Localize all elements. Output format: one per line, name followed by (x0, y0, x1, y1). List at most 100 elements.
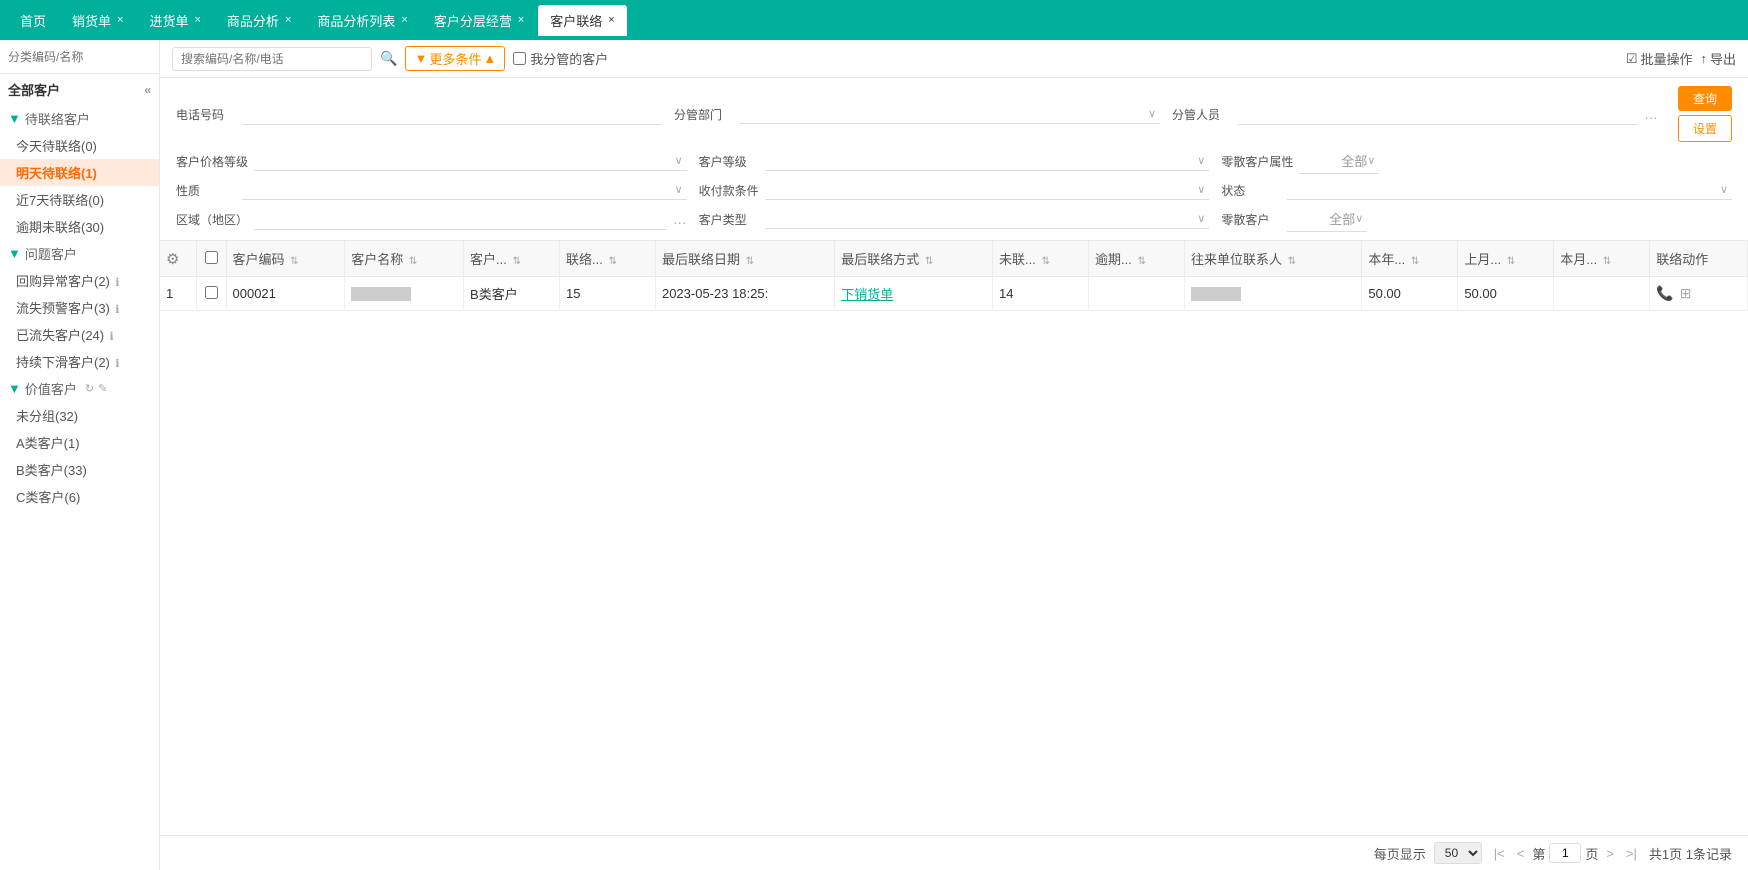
page-number-input[interactable] (1549, 843, 1581, 863)
nav-home[interactable]: 首页 (8, 5, 58, 36)
col-action: 联络动作 (1650, 241, 1748, 277)
sort-icon[interactable]: ⇅ (1603, 256, 1611, 267)
first-page-button[interactable]: |< (1490, 844, 1509, 863)
select-all-checkbox[interactable] (205, 251, 218, 264)
page-size-select[interactable]: 50 (1434, 842, 1482, 864)
filter-dept-select[interactable]: ∨ (740, 104, 1160, 124)
export-button[interactable]: ↑ 导出 (1700, 49, 1736, 68)
filter-payment-select[interactable]: ∨ (765, 180, 1210, 200)
next-page-button[interactable]: > (1602, 844, 1618, 863)
sort-icon[interactable]: ⇅ (1507, 256, 1515, 267)
cell-uncontacted: 14 (993, 277, 1089, 311)
nav-tab-product-analysis[interactable]: 商品分析 × (215, 5, 303, 36)
query-button[interactable]: 查询 (1678, 86, 1732, 111)
filter-retail-customer: 零散客户 全部 ∨ (1221, 206, 1732, 232)
nav-tab-customer-layering[interactable]: 客户分层经营 × (422, 5, 536, 36)
sidebar-item-churned[interactable]: 已流失客户(24) ℹ (0, 321, 159, 348)
filter-customer-level-select[interactable]: ∨ (765, 151, 1210, 171)
sort-icon[interactable]: ⇅ (513, 256, 521, 267)
cell-name (345, 277, 464, 311)
sidebar-item-ungrouped[interactable]: 未分组(32) (0, 402, 159, 429)
nav-tab-close[interactable]: × (401, 14, 407, 26)
sort-icon[interactable]: ⇅ (925, 256, 933, 267)
more-action-icon[interactable]: ⊞ (1680, 285, 1692, 302)
sort-icon[interactable]: ⇅ (1042, 256, 1050, 267)
nav-tab-close[interactable]: × (117, 14, 123, 26)
sort-icon[interactable]: ⇅ (409, 256, 417, 267)
my-customers-check[interactable] (513, 52, 526, 65)
customer-type: B类客户 (470, 287, 518, 302)
filter-payment: 收付款条件 ∨ (699, 180, 1210, 200)
nav-tab-close[interactable]: × (285, 14, 291, 26)
sidebar-item-repurchase-abnormal[interactable]: 回购异常客户(2) ℹ (0, 267, 159, 294)
filter-customer-type-select[interactable]: ∨ (765, 209, 1210, 229)
filter-status-select[interactable]: ∨ (1287, 180, 1732, 200)
nav-tab-product-list[interactable]: 商品分析列表 × (305, 5, 419, 36)
filter-retail-attr-select[interactable]: 全部 ∨ (1299, 148, 1379, 174)
cell-code: 000021 (226, 277, 345, 311)
sidebar-item-declining[interactable]: 持续下滑客户(2) ℹ (0, 348, 159, 375)
sort-icon[interactable]: ⇅ (1411, 256, 1419, 267)
my-customers-checkbox[interactable]: 我分管的客户 (513, 49, 608, 68)
nav-tab-customer-contact[interactable]: 客户联络 × (538, 5, 626, 36)
info-icon: ℹ (115, 277, 119, 289)
nav-tab-close[interactable]: × (194, 14, 200, 26)
sidebar-waiting-contact-group[interactable]: ▼ 待联络客户 (0, 105, 159, 132)
col-settings[interactable]: ⚙ (160, 241, 196, 277)
filter-area-input[interactable] (254, 209, 667, 230)
sidebar-all-customers[interactable]: 全部客户 « (0, 74, 159, 105)
column-settings-icon[interactable]: ⚙ (166, 251, 179, 268)
row-checkbox[interactable] (205, 286, 218, 299)
contact-action-icon[interactable]: 📞 (1656, 285, 1673, 302)
sidebar-search-input[interactable] (8, 50, 160, 64)
sidebar-search-bar[interactable]: 🔍 (0, 40, 159, 74)
filter-row-3: 性质 ∨ 收付款条件 ∨ 状态 ∨ (176, 180, 1732, 200)
last-contact-method-link[interactable]: 下销货单 (841, 287, 893, 302)
sort-icon[interactable]: ⇅ (290, 256, 298, 267)
sidebar-item-label: 已流失客户(24) (16, 328, 104, 343)
set-button[interactable]: 设置 (1678, 115, 1732, 142)
filter-nature-select[interactable]: ∨ (242, 180, 687, 200)
nav-tab-close[interactable]: × (608, 14, 614, 26)
sidebar-item-today[interactable]: 今天待联络(0) (0, 132, 159, 159)
filter-person: 分管人员 … (1172, 104, 1658, 125)
search-input[interactable] (172, 47, 372, 71)
col-contact-count: 联络... ⇅ (560, 241, 656, 277)
filter-person-input[interactable] (1238, 104, 1638, 125)
sidebar-problem-customers-group[interactable]: ▼ 问题客户 (0, 240, 159, 267)
filter-bar: 🔍 ▼ 更多条件 ▲ 我分管的客户 ☑ 批量操作 ↑ 导出 (160, 40, 1748, 78)
dots-icon[interactable]: … (1644, 106, 1658, 122)
nav-tab-label: 商品分析列表 (317, 11, 395, 30)
last-page-button[interactable]: >| (1622, 844, 1641, 863)
dots-icon[interactable]: … (673, 211, 687, 227)
sidebar-item-class-a[interactable]: A类客户(1) (0, 429, 159, 456)
cell-checkbox[interactable] (196, 277, 226, 311)
filter-customer-level: 客户等级 ∨ (699, 151, 1210, 171)
sidebar-value-customers-group[interactable]: ▼ 价值客户 ↻ ✎ (0, 375, 159, 402)
filter-price-level-select[interactable]: ∨ (254, 151, 687, 171)
sidebar-item-churn-warning[interactable]: 流失预警客户(3) ℹ (0, 294, 159, 321)
batch-ops-button[interactable]: ☑ 批量操作 (1626, 49, 1693, 68)
filter-phone-input[interactable] (242, 104, 662, 125)
sort-icon[interactable]: ⇅ (1137, 256, 1145, 267)
sort-icon[interactable]: ⇅ (1288, 256, 1296, 267)
more-conditions-button[interactable]: ▼ 更多条件 ▲ (405, 46, 505, 71)
nav-tab-purchase[interactable]: 进货单 × (137, 5, 212, 36)
sidebar-item-class-b[interactable]: B类客户(33) (0, 456, 159, 483)
sort-icon[interactable]: ⇅ (746, 256, 754, 267)
sidebar-item-7days[interactable]: 近7天待联络(0) (0, 186, 159, 213)
col-label: 往来单位联系人 (1191, 252, 1282, 267)
search-button[interactable]: 🔍 (380, 50, 397, 67)
sidebar-item-overdue[interactable]: 逾期未联络(30) (0, 213, 159, 240)
edit-icon[interactable]: ✎ (98, 382, 107, 395)
col-label: 本年... (1368, 252, 1405, 267)
sort-icon[interactable]: ⇅ (608, 256, 616, 267)
nav-tab-close[interactable]: × (518, 14, 524, 26)
nav-tab-sales[interactable]: 销货单 × (60, 5, 135, 36)
refresh-icon[interactable]: ↻ (85, 382, 94, 395)
col-checkbox[interactable] (196, 241, 226, 277)
sidebar-item-class-c[interactable]: C类客户(6) (0, 483, 159, 510)
sidebar-item-tomorrow[interactable]: 明天待联络(1) (0, 159, 159, 186)
prev-page-button[interactable]: < (1513, 844, 1529, 863)
filter-retail-customer-select[interactable]: 全部 ∨ (1287, 206, 1367, 232)
